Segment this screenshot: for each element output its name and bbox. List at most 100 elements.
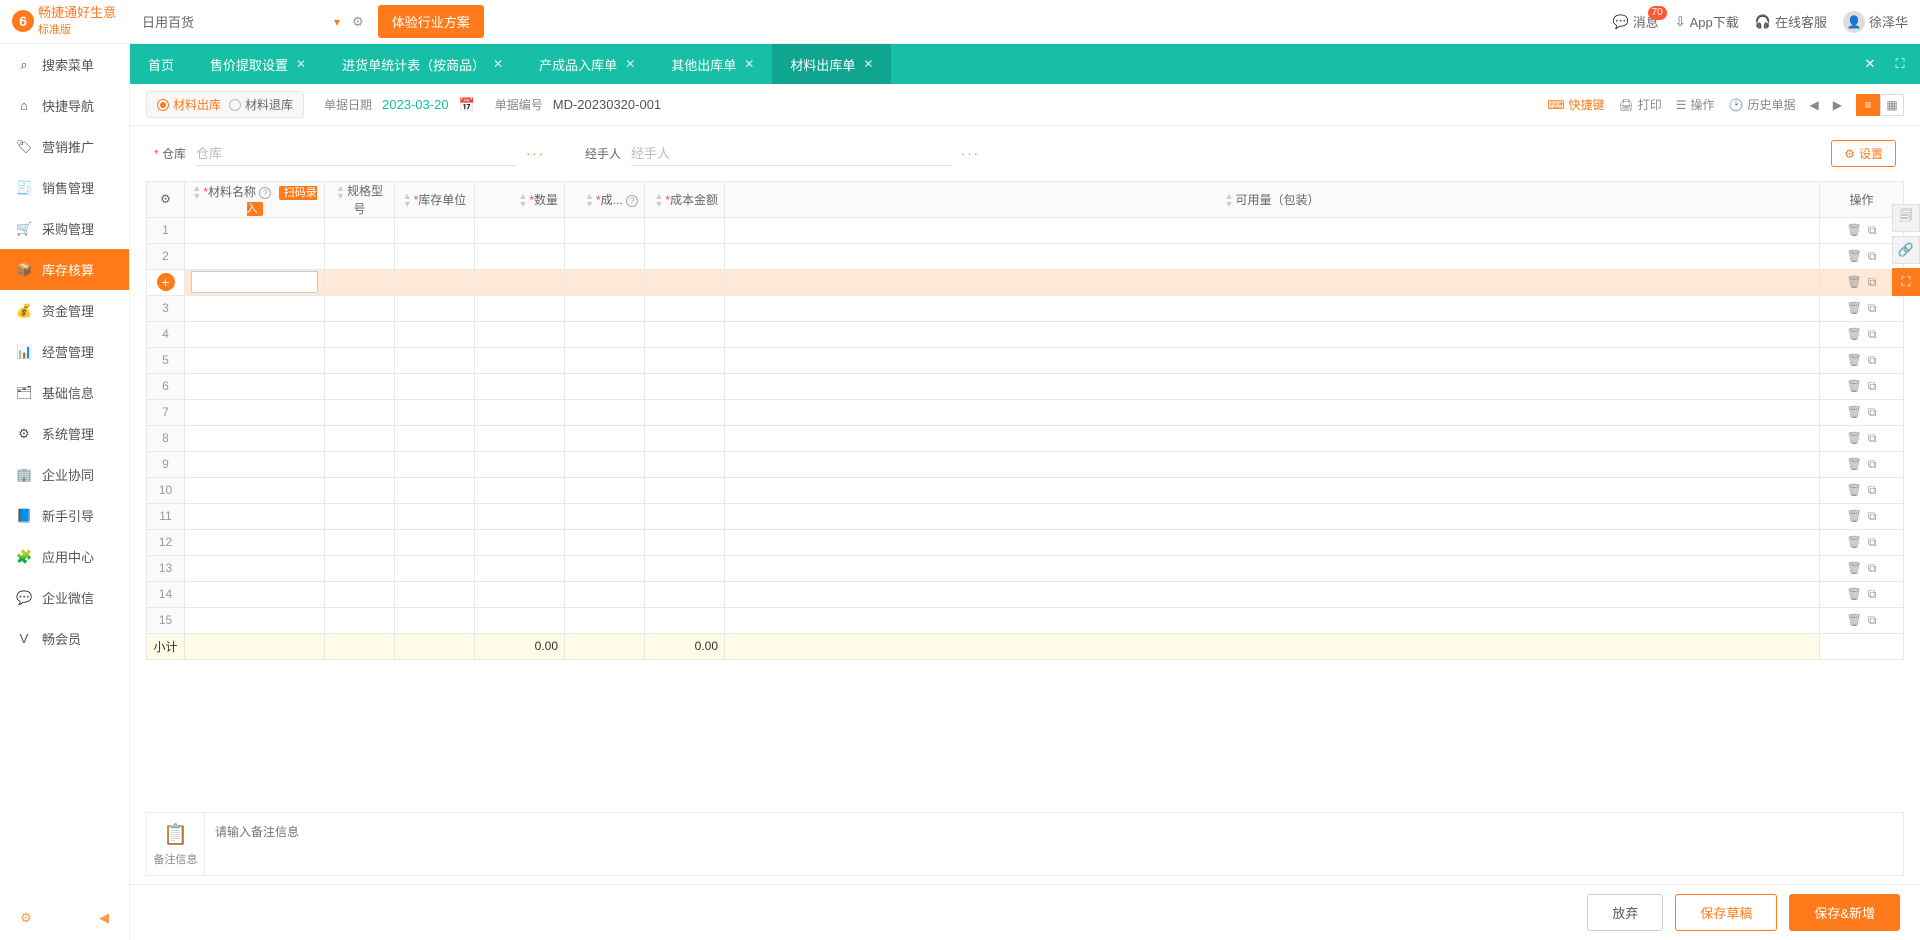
row-delete-icon[interactable]: 🗑 [1847, 249, 1862, 263]
sidebar-item[interactable]: 💬企业微信 [0, 577, 129, 618]
row-copy-icon[interactable]: ⧉ [1868, 223, 1877, 237]
handler-more-icon[interactable]: ··· [961, 146, 980, 161]
col-unit[interactable]: ▲▼*库存单位 [395, 182, 475, 218]
view-card-icon[interactable]: ▦ [1880, 94, 1904, 116]
row-delete-icon[interactable]: 🗑 [1847, 223, 1862, 237]
tab[interactable]: 产成品入库单✕ [521, 44, 653, 84]
row-copy-icon[interactable]: ⧉ [1868, 379, 1877, 393]
row-copy-icon[interactable]: ⧉ [1868, 249, 1877, 263]
online-support-button[interactable]: 🎧 在线客服 [1755, 12, 1827, 31]
row-copy-icon[interactable]: ⧉ [1868, 353, 1877, 367]
next-doc-icon[interactable]: ▶ [1833, 98, 1842, 112]
warehouse-more-icon[interactable]: ··· [526, 146, 545, 161]
messages-button[interactable]: 💬 消息 70 [1613, 12, 1659, 31]
tab[interactable]: 进货单统计表（按商品）✕ [324, 44, 521, 84]
discard-button[interactable]: 放弃 [1587, 894, 1663, 931]
remark-input[interactable] [205, 813, 1903, 875]
table-row[interactable]: 14🗑⧉ [147, 581, 1904, 607]
operate-button[interactable]: ☰ 操作 [1676, 96, 1715, 113]
app-download-button[interactable]: ⇩ App下载 [1675, 12, 1739, 31]
table-row[interactable]: 2🗑⧉ [147, 243, 1904, 269]
tab-expand-icon[interactable]: ⛶ [1888, 52, 1912, 76]
sidebar-item[interactable]: ⌂快捷导航 [0, 85, 129, 126]
row-delete-icon[interactable]: 🗑 [1847, 613, 1862, 627]
rail-attach-icon[interactable]: 🗐 [1892, 204, 1920, 232]
table-row[interactable]: 5🗑⧉ [147, 347, 1904, 373]
row-copy-icon[interactable]: ⧉ [1868, 275, 1877, 289]
row-delete-icon[interactable]: 🗑 [1847, 327, 1862, 341]
add-row-icon[interactable]: + [157, 273, 175, 291]
col-cost[interactable]: ▲▼*成... ? [565, 182, 645, 218]
column-settings-button[interactable]: ⚙ 设置 [1831, 140, 1896, 167]
history-button[interactable]: 🕑 历史单据 [1729, 96, 1796, 113]
row-delete-icon[interactable]: 🗑 [1847, 405, 1862, 419]
col-material[interactable]: ▲▼*材料名称 ? 扫码录入 [185, 182, 325, 218]
sidebar-item[interactable]: 📊经营管理 [0, 331, 129, 372]
table-row[interactable]: 10🗑⧉ [147, 477, 1904, 503]
print-button[interactable]: 🖨 打印 [1619, 96, 1662, 113]
tab-close-icon[interactable]: ✕ [296, 57, 306, 71]
col-spec[interactable]: ▲▼规格型号 [325, 182, 395, 218]
rail-link-icon[interactable]: 🔗 [1892, 236, 1920, 264]
tab[interactable]: 售价提取设置✕ [192, 44, 324, 84]
row-delete-icon[interactable]: 🗑 [1847, 509, 1862, 523]
sidebar-item[interactable]: 🧩应用中心 [0, 536, 129, 577]
view-list-icon[interactable]: ≡ [1856, 94, 1880, 116]
save-draft-button[interactable]: 保存草稿 [1675, 894, 1777, 931]
row-delete-icon[interactable]: 🗑 [1847, 353, 1862, 367]
tab-close-all-icon[interactable]: ✕ [1858, 52, 1882, 76]
row-copy-icon[interactable]: ⧉ [1868, 327, 1877, 341]
shortcut-button[interactable]: ⌨ 快捷键 [1547, 96, 1604, 113]
row-delete-icon[interactable]: 🗑 [1847, 301, 1862, 315]
row-delete-icon[interactable]: 🗑 [1847, 587, 1862, 601]
sidebar-item[interactable]: ⌕搜索菜单 [0, 44, 129, 85]
tab-close-icon[interactable]: ✕ [493, 57, 503, 71]
brand-logo[interactable]: 6 畅捷通好生意 标准版 [12, 6, 130, 36]
table-row[interactable]: 12🗑⧉ [147, 529, 1904, 555]
table-row[interactable]: 6🗑⧉ [147, 373, 1904, 399]
prev-doc-icon[interactable]: ◀ [1810, 98, 1819, 112]
row-delete-icon[interactable]: 🗑 [1847, 561, 1862, 575]
tab[interactable]: 材料出库单✕ [772, 44, 891, 84]
row-copy-icon[interactable]: ⧉ [1868, 613, 1877, 627]
table-row[interactable]: 4🗑⧉ [147, 321, 1904, 347]
sidebar-settings-icon[interactable]: ⚙ [20, 910, 32, 926]
row-delete-icon[interactable]: 🗑 [1847, 535, 1862, 549]
table-row[interactable]: 11🗑⧉ [147, 503, 1904, 529]
table-row[interactable]: 15🗑⧉ [147, 607, 1904, 633]
help-icon[interactable]: ? [259, 187, 271, 199]
tab[interactable]: 首页 [130, 44, 192, 84]
tab[interactable]: 其他出库单✕ [653, 44, 772, 84]
table-row[interactable]: 9🗑⧉ [147, 451, 1904, 477]
sidebar-item[interactable]: ⚙系统管理 [0, 413, 129, 454]
row-delete-icon[interactable]: 🗑 [1847, 457, 1862, 471]
radio-return[interactable]: 材料退库 [229, 96, 293, 113]
user-menu[interactable]: 👤 徐泽华 [1843, 11, 1908, 33]
rail-expand-icon[interactable]: ⛶ [1892, 268, 1920, 296]
calendar-icon[interactable]: 📅 [459, 97, 475, 113]
row-copy-icon[interactable]: ⧉ [1868, 457, 1877, 471]
row-copy-icon[interactable]: ⧉ [1868, 509, 1877, 523]
radio-outbound[interactable]: 材料出库 [157, 96, 221, 113]
table-row[interactable]: 8🗑⧉ [147, 425, 1904, 451]
scan-badge[interactable]: 扫码录入 [247, 186, 317, 217]
date-value[interactable]: 2023-03-20 [382, 97, 449, 112]
save-new-button[interactable]: 保存&新增 [1789, 894, 1900, 931]
sidebar-item[interactable]: 📘新手引导 [0, 495, 129, 536]
row-delete-icon[interactable]: 🗑 [1847, 483, 1862, 497]
sidebar-item[interactable]: 🏷营销推广 [0, 126, 129, 167]
row-copy-icon[interactable]: ⧉ [1868, 301, 1877, 315]
table-row[interactable]: 7🗑⧉ [147, 399, 1904, 425]
row-copy-icon[interactable]: ⧉ [1868, 587, 1877, 601]
table-row[interactable]: +🗑⧉ [147, 269, 1904, 295]
warehouse-input[interactable] [196, 142, 516, 166]
table-row[interactable]: 1🗑⧉ [147, 217, 1904, 243]
row-delete-icon[interactable]: 🗑 [1847, 431, 1862, 445]
help-icon[interactable]: ? [626, 195, 638, 207]
cta-button[interactable]: 体验行业方案 [378, 5, 484, 38]
row-delete-icon[interactable]: 🗑 [1847, 379, 1862, 393]
table-row[interactable]: 13🗑⧉ [147, 555, 1904, 581]
col-gear[interactable]: ⚙ [147, 182, 185, 218]
col-avail[interactable]: ▲▼可用量（包装） [725, 182, 1820, 218]
sidebar-item[interactable]: 🛒采购管理 [0, 208, 129, 249]
